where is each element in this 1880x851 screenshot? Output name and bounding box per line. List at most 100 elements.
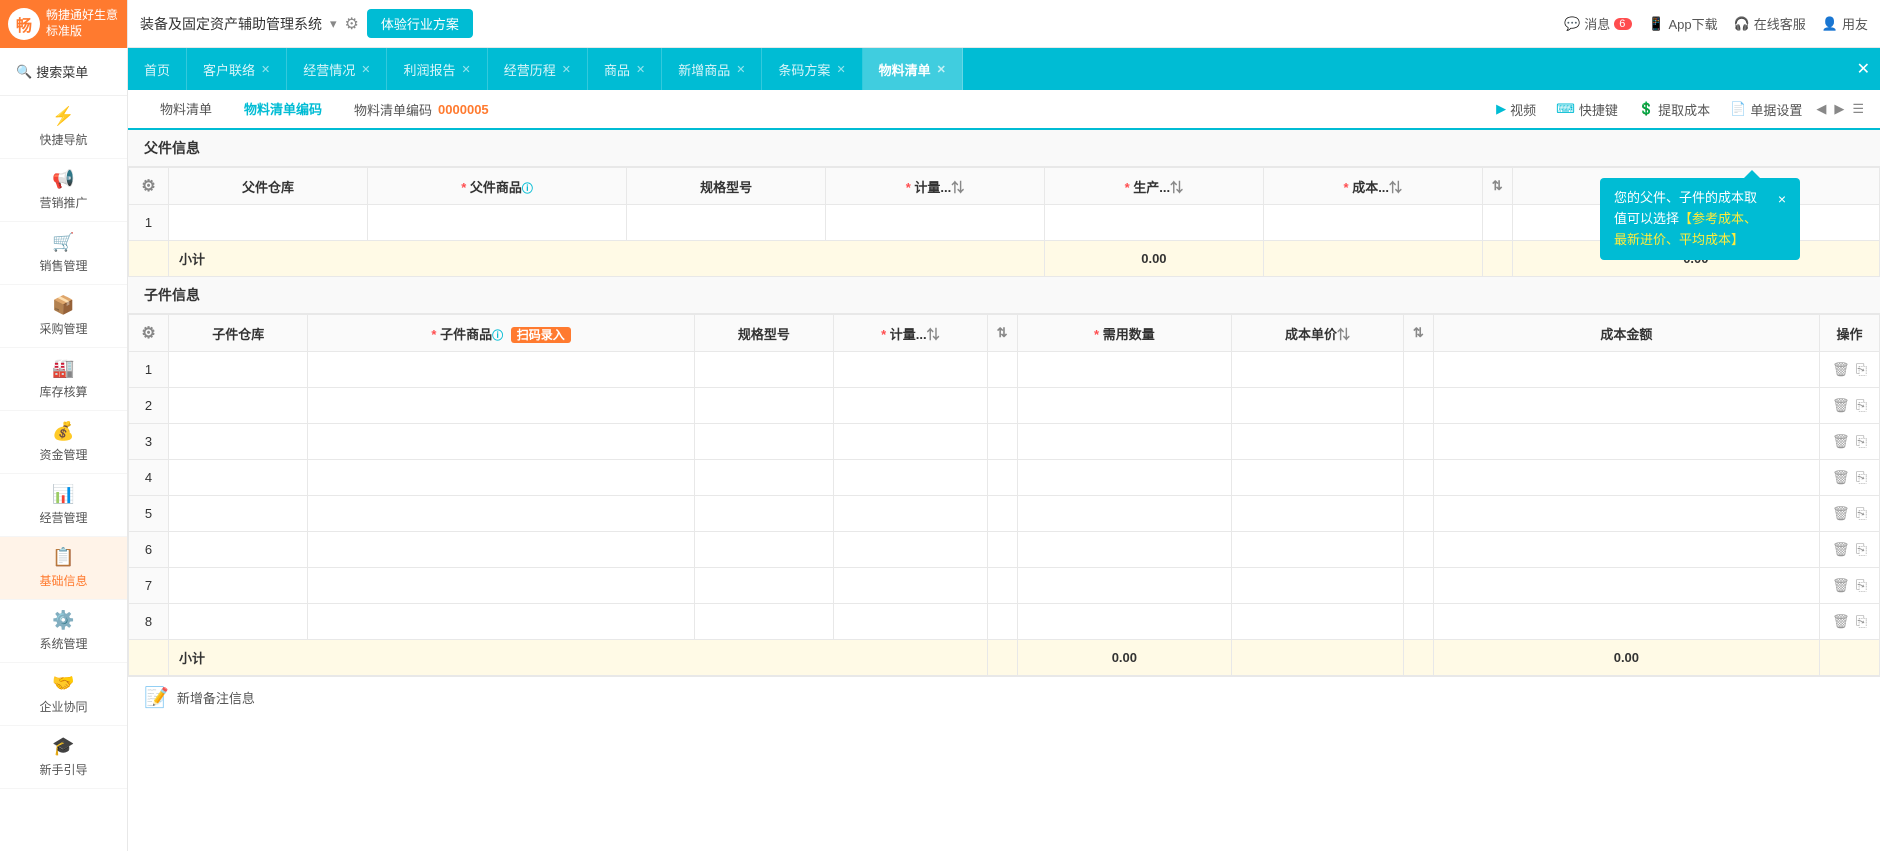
child-row-1-qty[interactable] — [1017, 352, 1232, 388]
nav-next-icon[interactable]: ▶ — [1834, 101, 1844, 117]
child-row-3-unit[interactable] — [834, 424, 987, 460]
child-row-7-delete-icon[interactable]: 🗑 — [1832, 577, 1850, 594]
child-row-6-unit[interactable] — [834, 532, 987, 568]
child-row-8-goods[interactable] — [308, 604, 694, 640]
child-row-5-spec[interactable] — [694, 496, 833, 532]
child-row-7-spec[interactable] — [694, 568, 833, 604]
sidebar-item-quick-nav[interactable]: ⚡快捷导航 — [0, 96, 127, 159]
child-row-7-unit-cost[interactable] — [1232, 568, 1404, 604]
app-download-button[interactable]: 📱 App下载 — [1648, 14, 1717, 33]
child-row-2-unit[interactable] — [834, 388, 987, 424]
nav-tab-bom[interactable]: 物料清单✕ — [863, 48, 963, 90]
parent-row-1-prod[interactable] — [1044, 205, 1263, 241]
child-row-1-delete-icon[interactable]: 🗑 — [1832, 361, 1850, 378]
nav-tab-customer[interactable]: 客户联络✕ — [187, 48, 287, 90]
sidebar-item-marketing[interactable]: 📢营销推广 — [0, 159, 127, 222]
child-row-7-goods[interactable] — [308, 568, 694, 604]
child-row-7-unit[interactable] — [834, 568, 987, 604]
nav-tab-new-goods[interactable]: 新增商品✕ — [662, 48, 762, 90]
child-row-6-spec[interactable] — [694, 532, 833, 568]
child-row-4-copy-icon[interactable]: ⎘ — [1856, 469, 1867, 486]
child-row-2-goods[interactable] — [308, 388, 694, 424]
child-row-6-delete-icon[interactable]: 🗑 — [1832, 541, 1850, 558]
child-row-6-warehouse[interactable] — [169, 532, 308, 568]
sidebar-item-finance[interactable]: 💰资金管理 — [0, 411, 127, 474]
child-row-6-unit-cost[interactable] — [1232, 532, 1404, 568]
child-row-4-unit-cost[interactable] — [1232, 460, 1404, 496]
single-settings-button[interactable]: 📄 单据设置 — [1724, 96, 1808, 123]
close-all-tabs-button[interactable]: ✕ — [1847, 48, 1880, 90]
child-row-2-delete-icon[interactable]: 🗑 — [1832, 397, 1850, 414]
sidebar-item-guide[interactable]: 🎓新手引导 — [0, 726, 127, 789]
child-row-4-spec[interactable] — [694, 460, 833, 496]
online-service-button[interactable]: 🎧 在线客服 — [1734, 14, 1806, 33]
nav-prev-icon[interactable]: ◀ — [1816, 101, 1826, 117]
child-row-6-goods[interactable] — [308, 532, 694, 568]
child-row-2-unit-cost[interactable] — [1232, 388, 1404, 424]
nav-tab-close-profit[interactable]: ✕ — [462, 63, 471, 76]
parent-row-1-goods[interactable] — [367, 205, 626, 241]
child-row-5-warehouse[interactable] — [169, 496, 308, 532]
child-row-8-delete-icon[interactable]: 🗑 — [1832, 613, 1850, 630]
trial-button[interactable]: 体验行业方案 — [367, 9, 473, 38]
child-row-4-goods[interactable] — [308, 460, 694, 496]
child-row-6-qty[interactable] — [1017, 532, 1232, 568]
sidebar-item-enterprise[interactable]: 🤝企业协同 — [0, 663, 127, 726]
sidebar-item-inventory[interactable]: 🏭库存核算 — [0, 348, 127, 411]
child-row-8-spec[interactable] — [694, 604, 833, 640]
child-row-3-delete-icon[interactable]: 🗑 — [1832, 433, 1850, 450]
child-row-4-unit[interactable] — [834, 460, 987, 496]
child-row-4-warehouse[interactable] — [169, 460, 308, 496]
nav-tab-close-goods[interactable]: ✕ — [636, 63, 645, 76]
child-row-6-copy-icon[interactable]: ⎘ — [1856, 541, 1867, 558]
sub-tab-detail[interactable]: 物料清单编码 — [228, 90, 338, 130]
child-row-3-goods[interactable] — [308, 424, 694, 460]
child-row-5-unit[interactable] — [834, 496, 987, 532]
child-row-8-copy-icon[interactable]: ⎘ — [1856, 613, 1867, 630]
sidebar-item-sales[interactable]: 🛒销售管理 — [0, 222, 127, 285]
parent-row-1-unit[interactable] — [826, 205, 1045, 241]
child-row-1-unit[interactable] — [834, 352, 987, 388]
child-row-5-copy-icon[interactable]: ⎘ — [1856, 505, 1867, 522]
child-row-2-copy-icon[interactable]: ⎘ — [1856, 397, 1867, 414]
parent-row-1-spec[interactable] — [627, 205, 826, 241]
nav-tab-close-operation-status[interactable]: ✕ — [361, 63, 370, 76]
sidebar-item-purchase[interactable]: 📦采购管理 — [0, 285, 127, 348]
nav-tab-close-bom[interactable]: ✕ — [937, 63, 946, 76]
nav-tab-close-history[interactable]: ✕ — [562, 63, 571, 76]
child-row-5-goods[interactable] — [308, 496, 694, 532]
sidebar-item-basic[interactable]: 📋基础信息 — [0, 537, 127, 600]
sub-tab-list[interactable]: 物料清单 — [144, 90, 228, 130]
sidebar-search[interactable]: 🔍 搜索菜单 — [0, 48, 127, 96]
tooltip-close-button[interactable]: × — [1778, 188, 1786, 210]
search-button[interactable]: 🔍 搜索菜单 — [8, 56, 119, 87]
parent-gear-icon[interactable]: ⚙ — [141, 178, 155, 195]
nav-tab-barcode[interactable]: 条码方案✕ — [762, 48, 862, 90]
child-row-1-unit-cost[interactable] — [1232, 352, 1404, 388]
child-row-7-warehouse[interactable] — [169, 568, 308, 604]
settings-icon[interactable]: ⚙ — [345, 14, 359, 34]
child-row-5-qty[interactable] — [1017, 496, 1232, 532]
nav-tab-goods[interactable]: 商品✕ — [588, 48, 662, 90]
child-row-7-qty[interactable] — [1017, 568, 1232, 604]
child-row-3-qty[interactable] — [1017, 424, 1232, 460]
nav-tab-profit[interactable]: 利润报告✕ — [387, 48, 487, 90]
nav-tab-operation-status[interactable]: 经营情况✕ — [287, 48, 387, 90]
child-row-1-warehouse[interactable] — [169, 352, 308, 388]
child-row-1-spec[interactable] — [694, 352, 833, 388]
nav-tab-close-barcode[interactable]: ✕ — [836, 63, 845, 76]
view-video-button[interactable]: ▶ 视频 — [1490, 96, 1542, 123]
child-row-3-warehouse[interactable] — [169, 424, 308, 460]
child-row-8-unit-cost[interactable] — [1232, 604, 1404, 640]
scan-badge[interactable]: 扫码录入 — [511, 327, 571, 343]
child-row-5-unit-cost[interactable] — [1232, 496, 1404, 532]
notes-text[interactable]: 新增备注信息 — [177, 688, 255, 707]
user-avatar[interactable]: 👤 用友 — [1822, 14, 1868, 33]
extract-cost-button[interactable]: 💲 提取成本 — [1632, 96, 1716, 123]
sidebar-item-system[interactable]: ⚙️系统管理 — [0, 600, 127, 663]
child-row-5-delete-icon[interactable]: 🗑 — [1832, 505, 1850, 522]
nav-tab-history[interactable]: 经营历程✕ — [488, 48, 588, 90]
child-row-1-copy-icon[interactable]: ⎘ — [1856, 361, 1867, 378]
child-row-3-spec[interactable] — [694, 424, 833, 460]
sidebar-item-operation[interactable]: 📊经营管理 — [0, 474, 127, 537]
